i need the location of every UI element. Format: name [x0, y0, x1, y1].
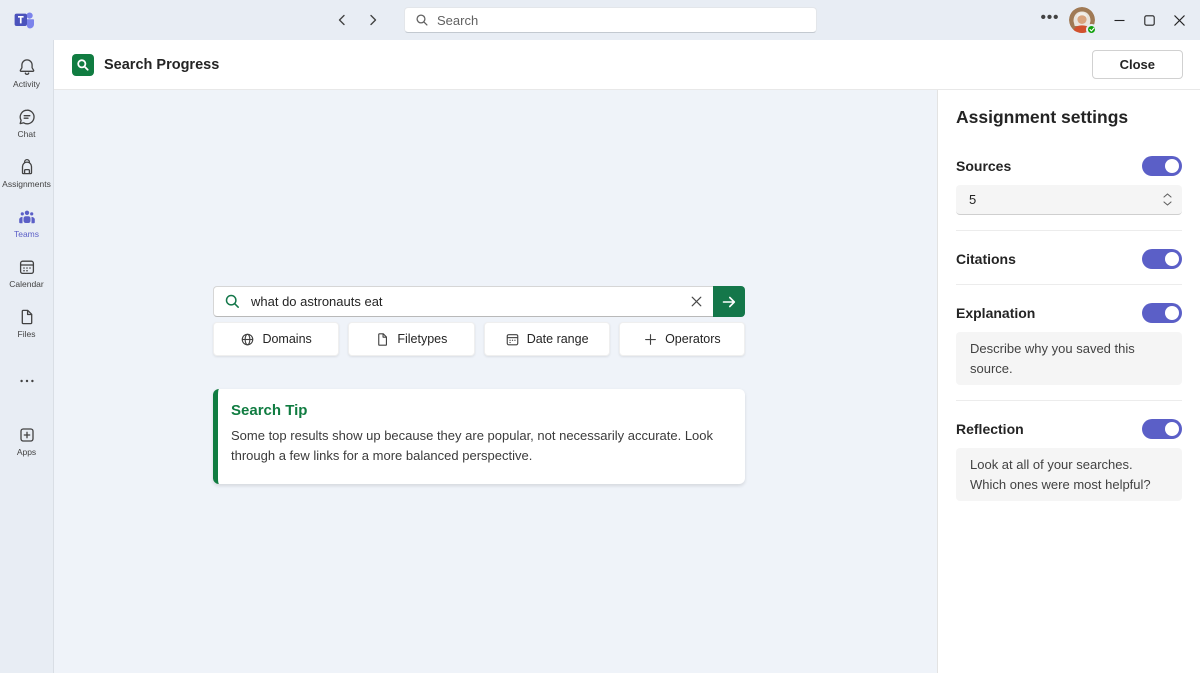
- nav-back-button[interactable]: [330, 8, 354, 32]
- filter-date-range-button[interactable]: Date range: [483, 322, 610, 356]
- toggle-knob: [1165, 252, 1179, 266]
- citations-label: Citations: [956, 251, 1016, 267]
- teams-window: Search ••• Activity Chat Assignments Tea…: [0, 0, 1200, 673]
- assignment-settings-panel: Assignment settings Sources 5 Citations …: [937, 90, 1200, 673]
- rail-item-chat[interactable]: Chat: [0, 98, 54, 148]
- teams-logo-icon: [13, 9, 35, 31]
- rail-item-assignments[interactable]: Assignments: [0, 148, 54, 198]
- filter-label: Filetypes: [397, 332, 448, 346]
- page-title: Search Progress: [104, 56, 220, 73]
- title-bar-controls: •••: [1035, 0, 1194, 40]
- rail-item-label: Apps: [16, 447, 37, 457]
- toggle-knob: [1165, 422, 1179, 436]
- settings-title: Assignment settings: [956, 107, 1129, 127]
- citations-toggle[interactable]: [1142, 249, 1182, 269]
- filter-label: Operators: [665, 332, 721, 346]
- search-tip-body: Some top results show up because they ar…: [231, 428, 714, 464]
- avatar[interactable]: [1069, 7, 1097, 35]
- app-header: Search Progress Close: [54, 40, 1200, 90]
- calendar-icon: [506, 333, 518, 345]
- stepper-controls[interactable]: [1161, 191, 1174, 208]
- rail-item-more[interactable]: [0, 362, 54, 402]
- filter-filetypes-button[interactable]: Filetypes: [348, 322, 475, 356]
- app-rail: Activity Chat Assignments Teams Calendar…: [0, 40, 54, 673]
- backpack-icon: [21, 158, 32, 175]
- reflection-label: Reflection: [956, 421, 1024, 437]
- search-tip-title: Search Tip: [231, 402, 308, 419]
- sources-count-value: 5: [969, 192, 977, 207]
- global-search-placeholder: Search: [437, 12, 479, 28]
- rail-item-label: Files: [17, 329, 36, 339]
- clear-search-button[interactable]: [688, 293, 705, 310]
- document-icon: [378, 332, 388, 346]
- title-bar: Search •••: [0, 0, 1200, 40]
- close-window-button[interactable]: [1164, 5, 1194, 35]
- maximize-button[interactable]: [1134, 5, 1164, 35]
- close-app-button[interactable]: Close: [1091, 50, 1183, 79]
- apps-plus-icon: [19, 428, 34, 442]
- search-input-wrapper: [213, 286, 713, 317]
- toggle-knob: [1165, 306, 1179, 320]
- rail-item-label: Teams: [13, 229, 40, 239]
- explanation-toggle[interactable]: [1142, 303, 1182, 323]
- search-canvas: Domains Filetypes Date range: [54, 90, 937, 673]
- minimize-button[interactable]: [1104, 5, 1134, 35]
- plus-icon: [645, 333, 657, 345]
- reflection-toggle[interactable]: [1142, 419, 1182, 439]
- search-query-input[interactable]: [251, 294, 678, 309]
- submit-search-button[interactable]: [713, 286, 745, 317]
- chat-icon: [19, 109, 35, 125]
- sources-label: Sources: [956, 158, 1012, 174]
- file-icon: [21, 309, 32, 325]
- arrow-right-icon: [722, 296, 736, 307]
- search-tip-card: Search Tip Some top results show up beca…: [213, 389, 745, 485]
- nav-forward-button[interactable]: [361, 8, 385, 32]
- title-bar-center: Search: [330, 0, 817, 40]
- sources-toggle[interactable]: [1142, 156, 1182, 176]
- more-options-button[interactable]: •••: [1035, 5, 1065, 35]
- search-filters: Domains Filetypes Date range Operators: [213, 322, 745, 356]
- ellipsis-icon: •••: [1040, 8, 1060, 26]
- reflection-note: Look at all of your searches. Which ones…: [956, 448, 1182, 501]
- toggle-knob: [1165, 159, 1179, 173]
- reflection-row: Reflection: [956, 419, 1182, 439]
- rail-item-teams[interactable]: Teams: [0, 198, 54, 248]
- close-icon: [691, 296, 702, 307]
- search-icon: [416, 14, 428, 26]
- globe-icon: [242, 333, 254, 345]
- filter-label: Domains: [262, 332, 312, 346]
- explanation-note: Describe why you saved this source.: [956, 332, 1182, 385]
- rail-item-label: Calendar: [9, 279, 44, 289]
- ellipsis-icon: [19, 379, 34, 383]
- calendar-icon: [19, 260, 34, 275]
- rail-item-label: Assignments: [2, 179, 51, 189]
- rail-item-apps[interactable]: Apps: [0, 416, 54, 466]
- sources-count-stepper[interactable]: 5: [956, 185, 1182, 215]
- explanation-row: Explanation: [956, 303, 1182, 323]
- chevron-down-icon: [1163, 201, 1172, 206]
- filter-domains-button[interactable]: Domains: [213, 322, 340, 356]
- citations-row: Citations: [956, 249, 1182, 269]
- chevron-up-icon: [1163, 193, 1172, 198]
- divider: [956, 230, 1182, 231]
- explanation-label: Explanation: [956, 305, 1036, 321]
- filter-label: Date range: [526, 332, 589, 346]
- divider: [956, 284, 1182, 285]
- bell-icon: [19, 59, 34, 75]
- global-search-box[interactable]: Search: [404, 7, 817, 33]
- available-status-icon: [1086, 24, 1097, 35]
- rail-item-calendar[interactable]: Calendar: [0, 248, 54, 298]
- filter-operators-button[interactable]: Operators: [618, 322, 745, 356]
- sources-row: Sources: [956, 156, 1182, 176]
- search-progress-app-icon: [72, 53, 94, 76]
- teams-people-icon: [18, 210, 35, 224]
- rail-item-files[interactable]: Files: [0, 298, 54, 348]
- rail-item-label: Chat: [17, 129, 36, 139]
- rail-item-activity[interactable]: Activity: [0, 48, 54, 98]
- divider: [956, 400, 1182, 401]
- rail-item-label: Activity: [13, 79, 40, 89]
- search-icon: [225, 294, 239, 308]
